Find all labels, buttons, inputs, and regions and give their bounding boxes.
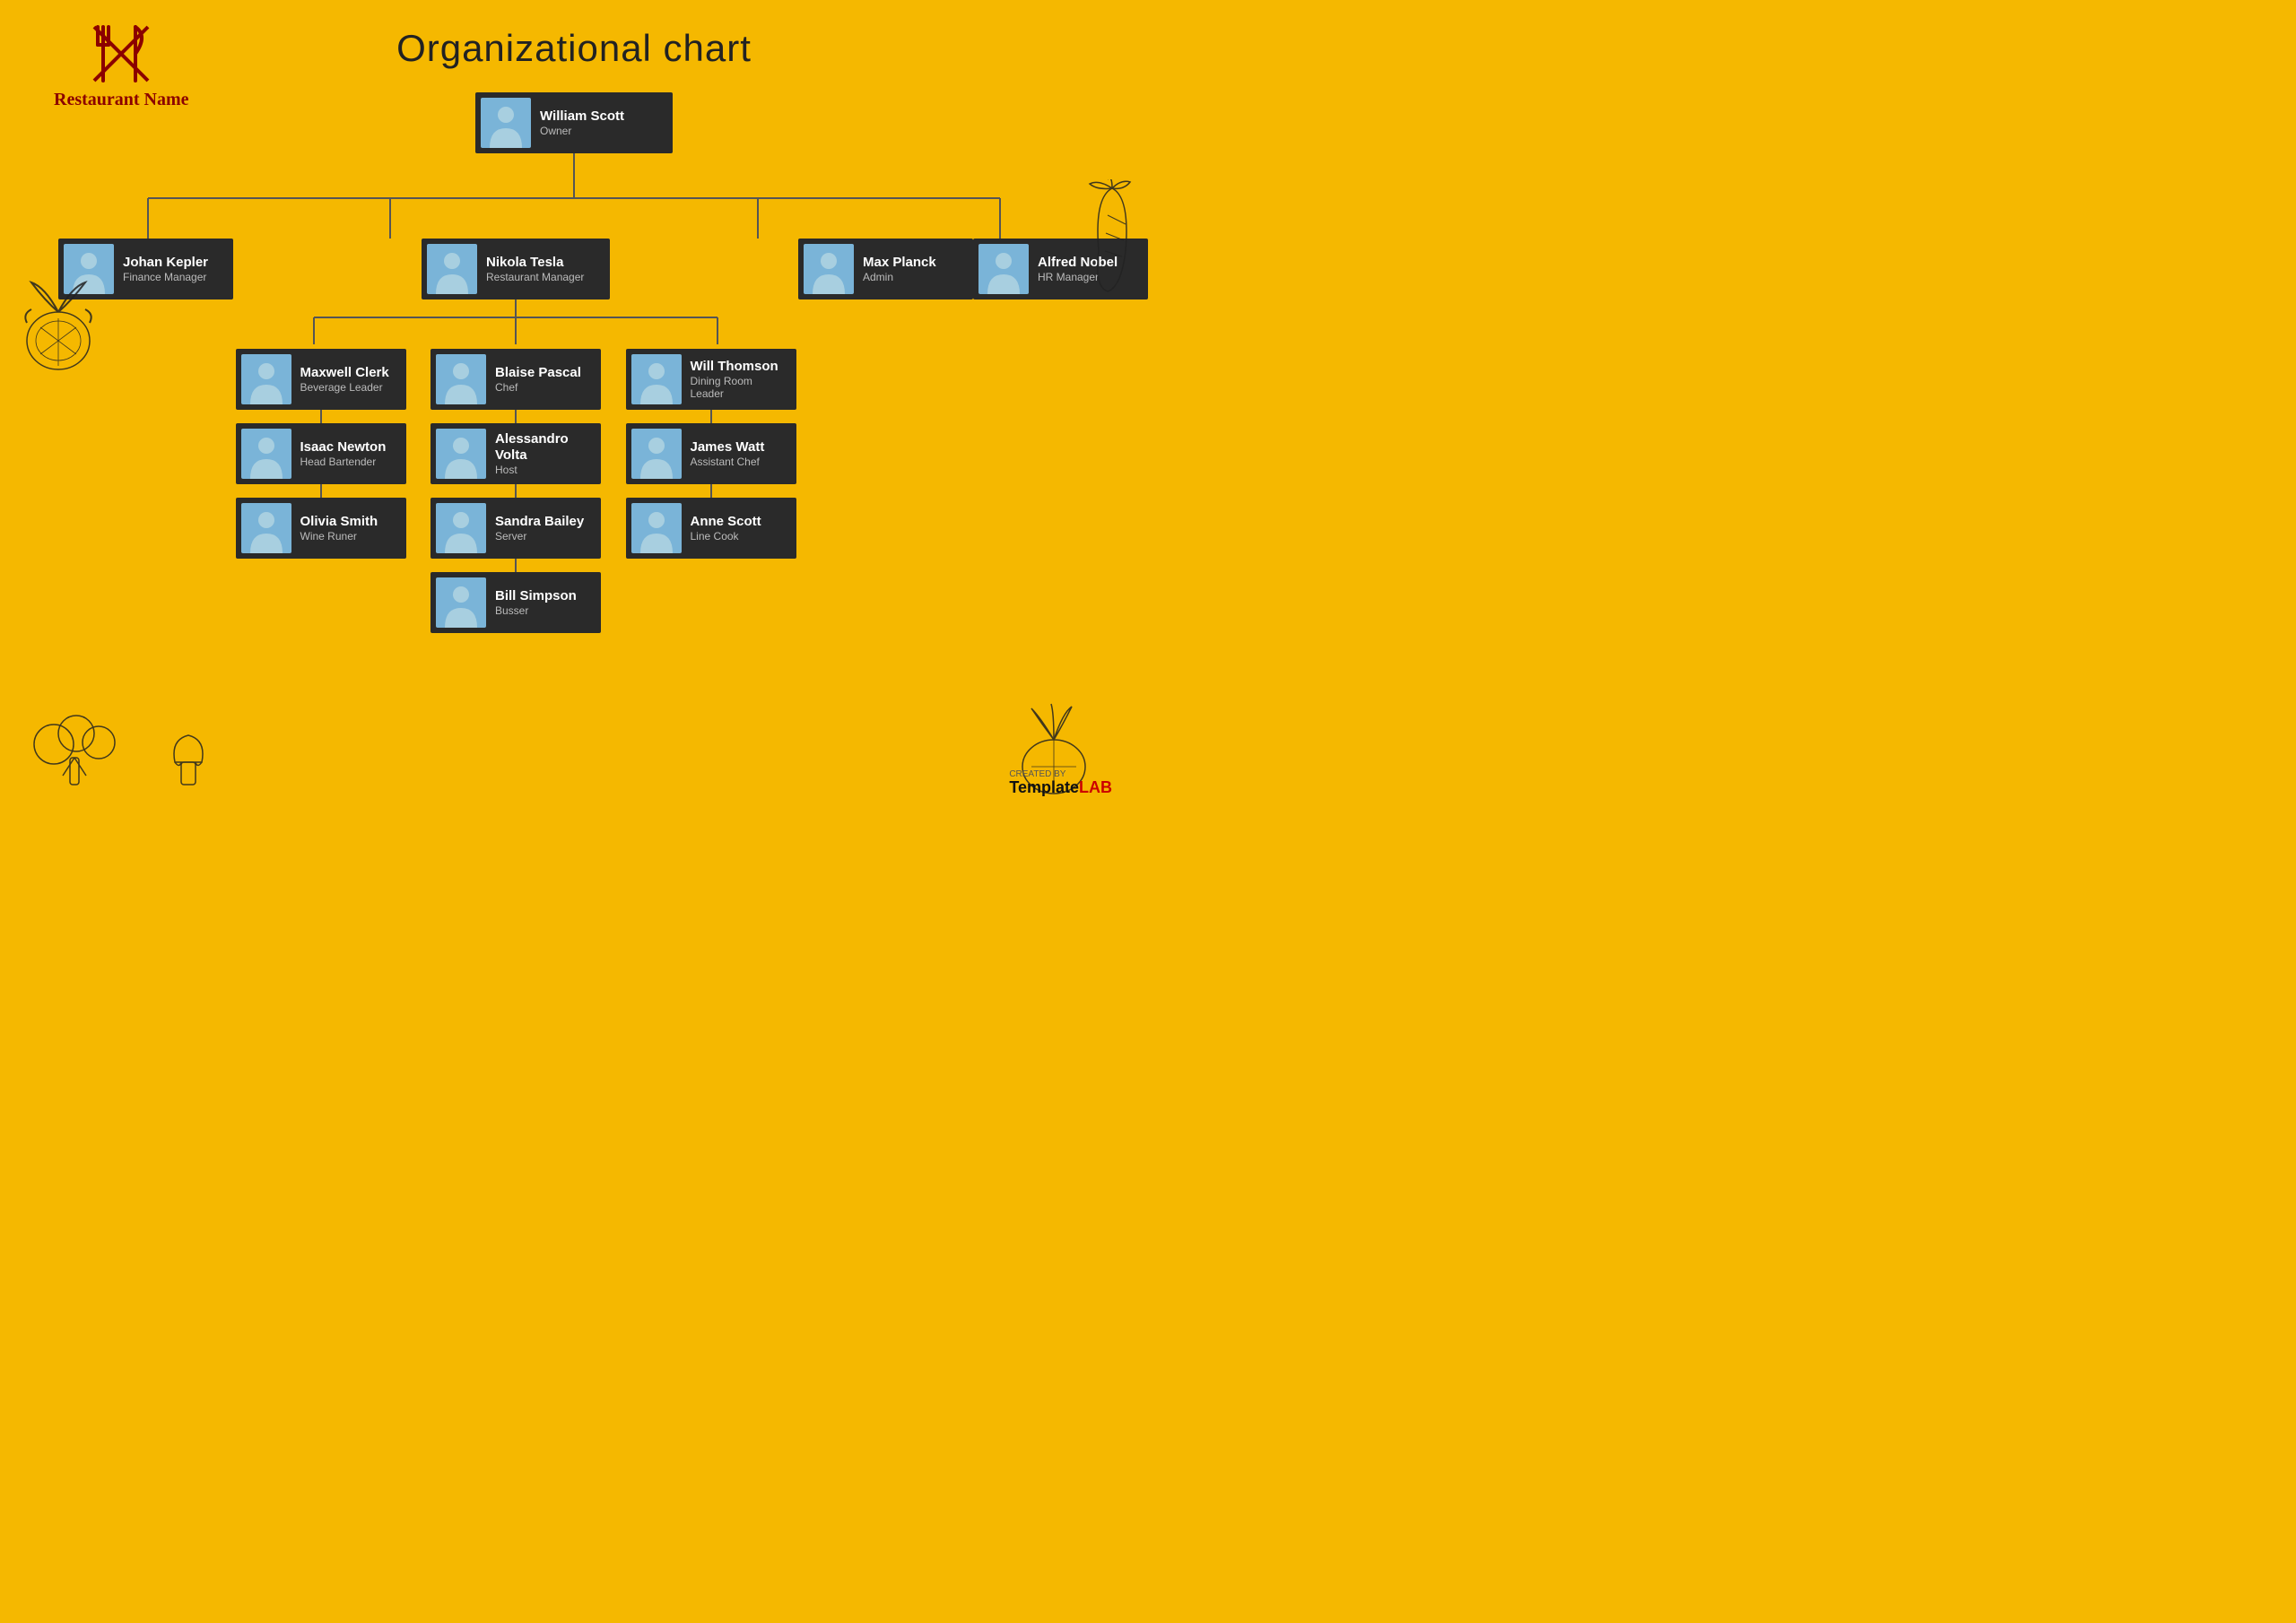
avatar-william-scott — [481, 98, 531, 148]
name-alessandro-volta: Alessandro Volta — [495, 431, 590, 464]
name-blaise-pascal: Blaise Pascal — [495, 365, 581, 381]
logo-icon — [54, 18, 189, 97]
node-bill-simpson: Bill Simpson Busser — [430, 572, 601, 633]
avatar-bill-simpson — [436, 577, 486, 628]
name-anne-scott: Anne Scott — [691, 514, 761, 530]
node-nikola-tesla-wrap: Nikola Tesla Restaurant Manager — [233, 239, 798, 633]
node-max-planck-wrap: Max Planck Admin — [798, 239, 973, 299]
role-sandra-bailey: Server — [495, 530, 584, 542]
col-blaise-pascal: Blaise Pascal Chef Alessandro Volta — [429, 349, 604, 633]
name-bill-simpson: Bill Simpson — [495, 588, 577, 604]
role-william-scott: Owner — [540, 125, 624, 137]
col-maxwell-clerk: Maxwell Clerk Beverage Leader Isaac New — [233, 349, 408, 559]
role-will-thomson: Dining Room Leader — [691, 375, 786, 400]
node-will-thomson: Will Thomson Dining Room Leader — [626, 349, 796, 410]
node-olivia-smith: Olivia Smith Wine Runer — [236, 498, 406, 559]
level2-section: Johan Kepler Finance Manager Nikola Tesl… — [36, 176, 1112, 633]
role-johan-kepler: Finance Manager — [123, 271, 208, 283]
avatar-maxwell-clerk — [241, 354, 291, 404]
avatar-sandra-bailey — [436, 503, 486, 553]
template-text: Template — [1009, 778, 1079, 796]
role-isaac-newton: Head Bartender — [300, 456, 387, 468]
avatar-alfred-nobel — [978, 244, 1029, 294]
avatar-alessandro-volta — [436, 429, 486, 479]
connector-down-1 — [573, 153, 575, 176]
role-maxwell-clerk: Beverage Leader — [300, 381, 389, 394]
name-isaac-newton: Isaac Newton — [300, 439, 387, 456]
role-olivia-smith: Wine Runer — [300, 530, 378, 542]
deco-mushroom — [161, 722, 215, 798]
role-bill-simpson: Busser — [495, 604, 577, 617]
avatar-james-watt — [631, 429, 682, 479]
node-alessandro-volta: Alessandro Volta Host — [430, 423, 601, 484]
avatar-max-planck — [804, 244, 854, 294]
role-james-watt: Assistant Chef — [691, 456, 765, 468]
node-anne-scott: Anne Scott Line Cook — [626, 498, 796, 559]
name-max-planck: Max Planck — [863, 255, 936, 271]
role-blaise-pascal: Chef — [495, 381, 581, 394]
lab-text: LAB — [1079, 778, 1112, 796]
level1-row: William Scott Owner — [475, 92, 673, 176]
role-anne-scott: Line Cook — [691, 530, 761, 542]
node-william-scott: William Scott Owner — [475, 92, 673, 153]
name-will-thomson: Will Thomson — [691, 359, 786, 375]
logo: Restaurant Name — [54, 18, 189, 110]
node-blaise-pascal: Blaise Pascal Chef — [430, 349, 601, 410]
avatar-will-thomson — [631, 354, 682, 404]
watermark: CREATED BY TemplateLAB — [1009, 769, 1112, 795]
name-maxwell-clerk: Maxwell Clerk — [300, 365, 389, 381]
name-olivia-smith: Olivia Smith — [300, 514, 378, 530]
avatar-isaac-newton — [241, 429, 291, 479]
name-sandra-bailey: Sandra Bailey — [495, 514, 584, 530]
deco-tomato — [18, 269, 99, 395]
avatar-olivia-smith — [241, 503, 291, 553]
tesla-level3-connectors — [233, 299, 798, 344]
avatar-anne-scott — [631, 503, 682, 553]
role-max-planck: Admin — [863, 271, 936, 283]
node-james-watt: James Watt Assistant Chef — [626, 423, 796, 484]
name-nikola-tesla: Nikola Tesla — [486, 255, 584, 271]
node-max-planck: Max Planck Admin — [798, 239, 973, 299]
role-alessandro-volta: Host — [495, 464, 590, 476]
col-will-thomson: Will Thomson Dining Room Leader James W — [623, 349, 798, 559]
name-james-watt: James Watt — [691, 439, 765, 456]
node-nikola-tesla: Nikola Tesla Restaurant Manager — [422, 239, 610, 299]
node-maxwell-clerk: Maxwell Clerk Beverage Leader — [236, 349, 406, 410]
avatar-nikola-tesla — [427, 244, 477, 294]
logo-text: Restaurant Name — [54, 90, 189, 110]
role-nikola-tesla: Restaurant Manager — [486, 271, 584, 283]
avatar-blaise-pascal — [436, 354, 486, 404]
name-johan-kepler: Johan Kepler — [123, 255, 208, 271]
node-sandra-bailey: Sandra Bailey Server — [430, 498, 601, 559]
name-william-scott: William Scott — [540, 108, 624, 125]
node-isaac-newton: Isaac Newton Head Bartender — [236, 423, 406, 484]
deco-broccoli — [27, 708, 135, 794]
deco-carrot — [1081, 179, 1144, 300]
level2-connectors — [58, 176, 1090, 239]
